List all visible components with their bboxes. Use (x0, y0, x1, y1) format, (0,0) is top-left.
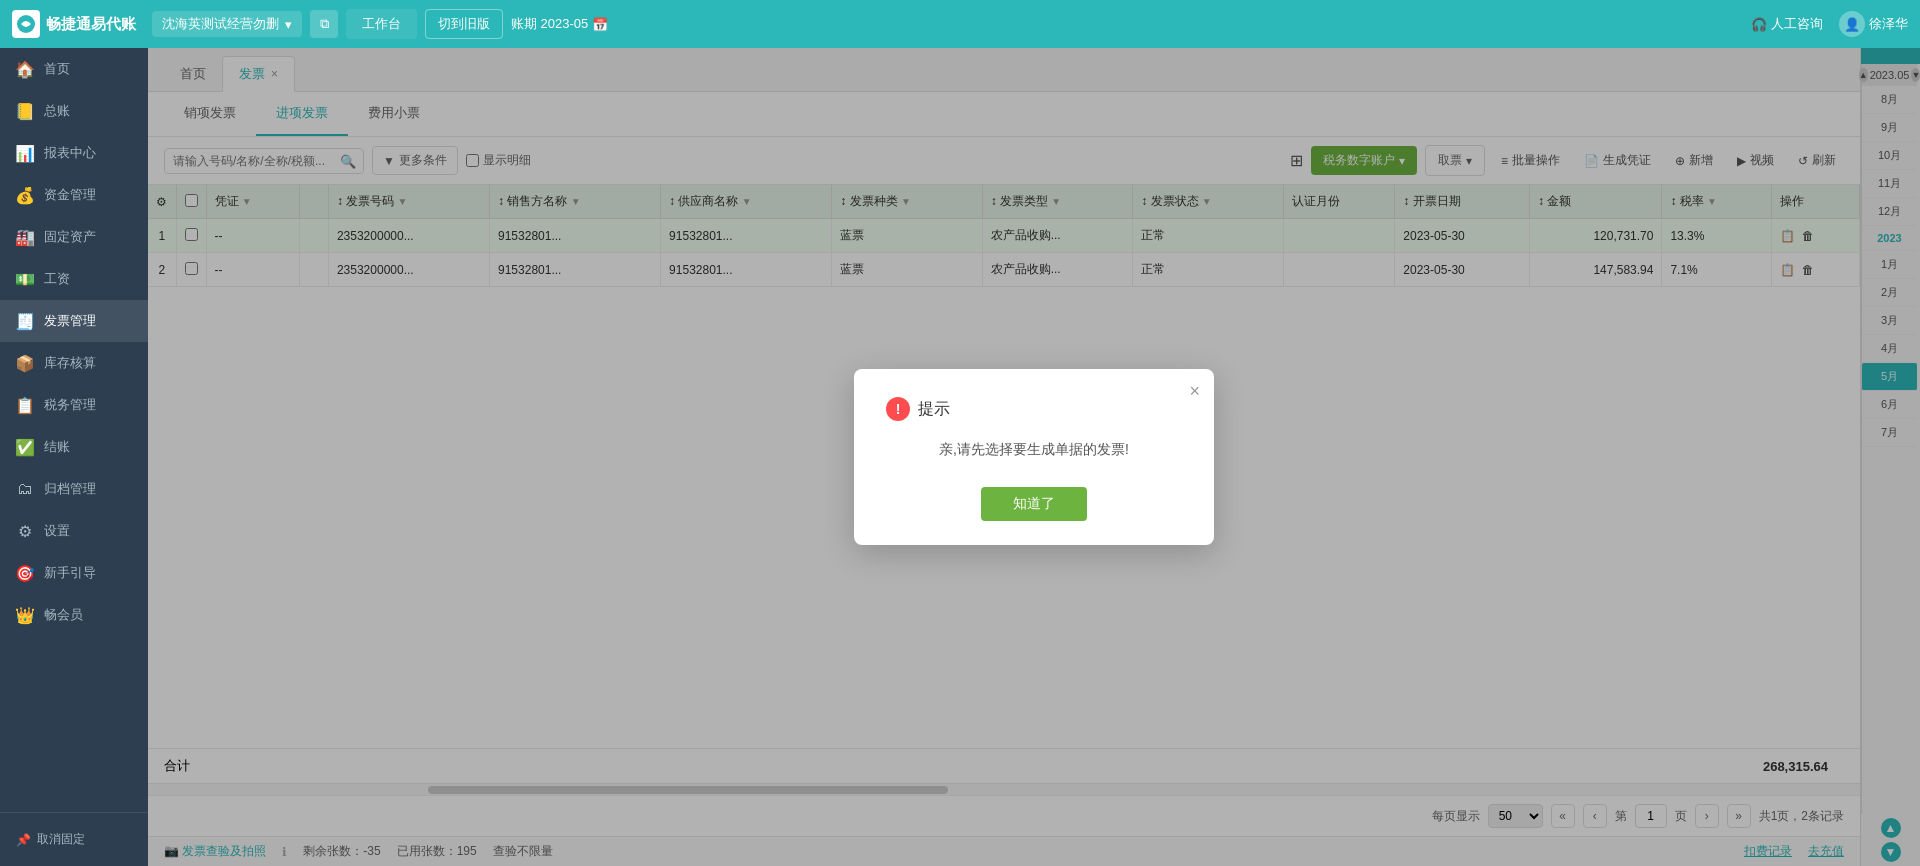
guide-icon: 🎯 (16, 564, 34, 582)
period-label: 账期 2023-05 📅 (511, 15, 608, 33)
sidebar: 🏠 首页 📒 总账 📊 报表中心 💰 资金管理 🏭 固定资产 💵 工资 (0, 48, 148, 866)
sidebar-item-funds[interactable]: 💰 资金管理 (0, 174, 148, 216)
sidebar-item-close[interactable]: ✅ 结账 (0, 426, 148, 468)
tax-icon: 📋 (16, 396, 34, 414)
sidebar-item-archive[interactable]: 🗂 归档管理 (0, 468, 148, 510)
sidebar-item-reports[interactable]: 📊 报表中心 (0, 132, 148, 174)
settings-icon: ⚙ (16, 522, 34, 540)
close-account-icon: ✅ (16, 438, 34, 456)
sidebar-label-home: 首页 (44, 60, 70, 78)
sidebar-label-salary: 工资 (44, 270, 70, 288)
chevron-down-icon: ▾ (285, 17, 292, 32)
home-icon: 🏠 (16, 60, 34, 78)
company-selector[interactable]: 沈海英测试经营勿删 ▾ (152, 11, 302, 37)
salary-icon: 💵 (16, 270, 34, 288)
sidebar-item-settings[interactable]: ⚙ 设置 (0, 510, 148, 552)
sidebar-label-ledger: 总账 (44, 102, 70, 120)
modal-ok-button[interactable]: 知道了 (981, 487, 1087, 521)
sidebar-label-funds: 资金管理 (44, 186, 96, 204)
person-icon: 👤 (1844, 17, 1860, 32)
sidebar-item-assets[interactable]: 🏭 固定资产 (0, 216, 148, 258)
headset-icon: 🎧 (1751, 17, 1767, 32)
switch-version-button[interactable]: 切到旧版 (425, 9, 503, 39)
sidebar-label-settings: 设置 (44, 522, 70, 540)
sidebar-label-invoice: 发票管理 (44, 312, 96, 330)
app-title: 畅捷通易代账 (46, 15, 136, 34)
copy-button[interactable]: ⧉ (310, 10, 338, 38)
sidebar-item-salary[interactable]: 💵 工资 (0, 258, 148, 300)
sidebar-label-assets: 固定资产 (44, 228, 96, 246)
sidebar-item-guide[interactable]: 🎯 新手引导 (0, 552, 148, 594)
modal-footer: 知道了 (886, 487, 1182, 521)
sidebar-label-archive: 归档管理 (44, 480, 96, 498)
help-button[interactable]: 🎧 人工咨询 (1751, 15, 1823, 33)
sidebar-item-inventory[interactable]: 📦 库存核算 (0, 342, 148, 384)
pin-icon: 📌 (16, 833, 31, 847)
modal-box: × ! 提示 亲,请先选择要生成单据的发票! 知道了 (854, 369, 1214, 545)
sidebar-label-close: 结账 (44, 438, 70, 456)
member-icon: 👑 (16, 606, 34, 624)
invoice-icon: 🧾 (16, 312, 34, 330)
modal-title: ! 提示 (886, 397, 1182, 421)
sidebar-item-ledger[interactable]: 📒 总账 (0, 90, 148, 132)
modal-overlay: × ! 提示 亲,请先选择要生成单据的发票! 知道了 (148, 48, 1920, 866)
sidebar-item-invoice[interactable]: 🧾 发票管理 (0, 300, 148, 342)
warning-icon: ! (886, 397, 910, 421)
calendar-icon[interactable]: 📅 (592, 17, 608, 32)
modal-close-button[interactable]: × (1189, 381, 1200, 402)
top-bar: 畅捷通易代账 沈海英测试经营勿删 ▾ ⧉ 工作台 切到旧版 账期 2023-05… (0, 0, 1920, 48)
top-right: 🎧 人工咨询 👤 徐泽华 (1751, 11, 1908, 37)
user-info[interactable]: 👤 徐泽华 (1839, 11, 1908, 37)
main-area: 🏠 首页 📒 总账 📊 报表中心 💰 资金管理 🏭 固定资产 💵 工资 (0, 48, 1920, 866)
sidebar-label-reports: 报表中心 (44, 144, 96, 162)
sidebar-label-guide: 新手引导 (44, 564, 96, 582)
sidebar-label-inventory: 库存核算 (44, 354, 96, 372)
archive-icon: 🗂 (16, 480, 34, 498)
funds-icon: 💰 (16, 186, 34, 204)
assets-icon: 🏭 (16, 228, 34, 246)
sidebar-label-member: 畅会员 (44, 606, 83, 624)
company-name: 沈海英测试经营勿删 (162, 15, 279, 33)
user-avatar: 👤 (1839, 11, 1865, 37)
user-name: 徐泽华 (1869, 15, 1908, 33)
app-container: 畅捷通易代账 沈海英测试经营勿删 ▾ ⧉ 工作台 切到旧版 账期 2023-05… (0, 0, 1920, 866)
ledger-icon: 📒 (16, 102, 34, 120)
sidebar-item-member[interactable]: 👑 畅会员 (0, 594, 148, 636)
sidebar-item-tax[interactable]: 📋 税务管理 (0, 384, 148, 426)
cancel-fixed-button[interactable]: 📌 取消固定 (0, 823, 148, 856)
sidebar-item-home[interactable]: 🏠 首页 (0, 48, 148, 90)
inventory-icon: 📦 (16, 354, 34, 372)
app-logo: 畅捷通易代账 (12, 10, 136, 38)
sidebar-bottom: 📌 取消固定 (0, 812, 148, 866)
sidebar-label-tax: 税务管理 (44, 396, 96, 414)
copy-icon: ⧉ (320, 16, 329, 32)
logo-icon (12, 10, 40, 38)
workspace-button[interactable]: 工作台 (346, 9, 417, 39)
modal-message: 亲,请先选择要生成单据的发票! (886, 441, 1182, 459)
reports-icon: 📊 (16, 144, 34, 162)
